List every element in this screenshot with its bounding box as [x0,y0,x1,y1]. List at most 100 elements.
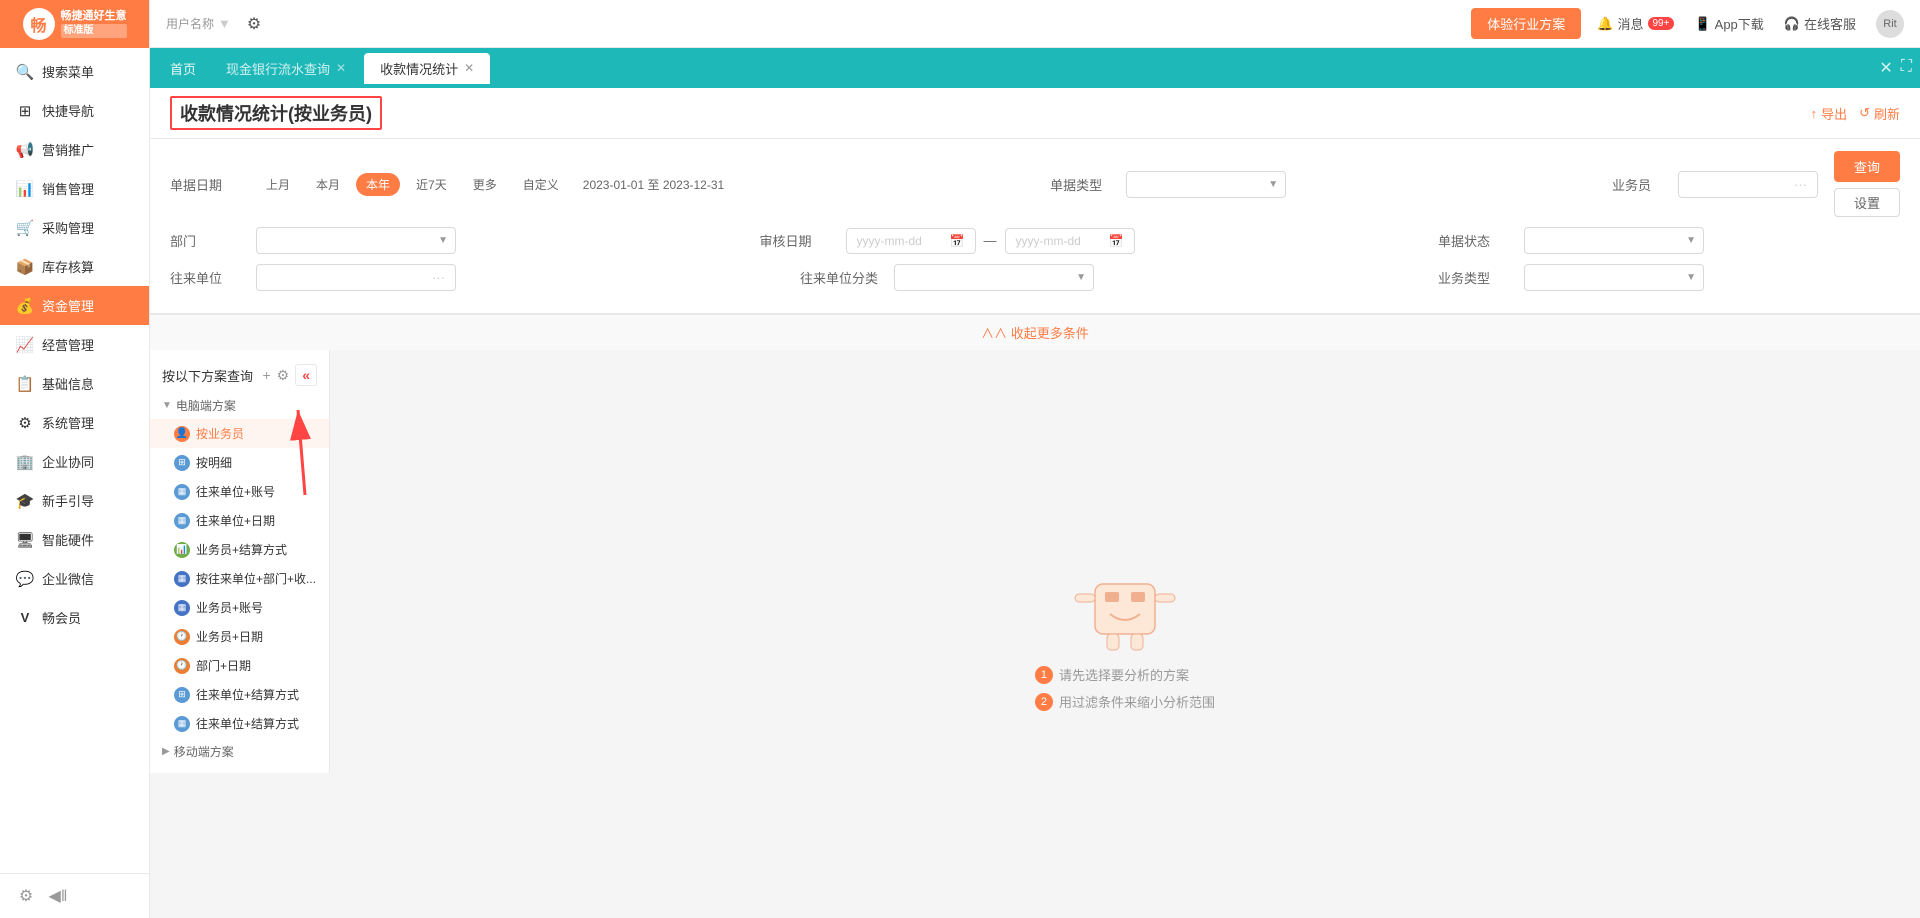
sidebar-item-inventory[interactable]: 📦 库存核算 [0,247,149,286]
scheme-item-by-partner-dept[interactable]: ▦ 按往来单位+部门+收... [150,564,329,593]
export-icon: ↑ [1811,106,1818,121]
sidebar-item-shortcut[interactable]: ⊞ 快捷导航 [0,91,149,130]
filter-row-dept: 部门 审核日期 yyyy-mm-dd 📅 — yyyy-mm-dd [170,227,1900,254]
clock-icon-2: 🕐 [174,658,190,674]
sidebar-item-purchase[interactable]: 🛒 采购管理 [0,208,149,247]
page-header: 收款情况统计(按业务员) ↑ 导出 ↺ 刷新 [150,88,1920,139]
scheme-item-by-salesman[interactable]: 👤 按业务员 [150,419,329,448]
salesman-dots[interactable]: ··· [1794,177,1807,192]
detail-icon: ⊞ [174,455,190,471]
partner-label: 往来单位 [170,268,240,287]
collapse-row: ∧∧ 收起更多条件 [150,314,1920,350]
sidebar-item-basic[interactable]: 📋 基础信息 [0,364,149,403]
sidebar-item-operation[interactable]: 📈 经营管理 [0,325,149,364]
date-tab-this-year[interactable]: 本年 [356,173,400,196]
dept-select[interactable] [256,227,456,254]
filter-area: 单据日期 上月 本月 本年 近7天 更多 自定义 2023-01-01 至 20… [150,139,1920,314]
business-type-select[interactable] [1524,264,1704,291]
logo-icon: 畅 [23,8,55,40]
date-tab-more[interactable]: 更多 [463,173,507,196]
basic-icon: 📋 [16,375,34,393]
scheme-item-salesman-settle[interactable]: 📊 业务员+结算方式 [150,535,329,564]
tab-bank[interactable]: 现金银行流水查询 ✕ [210,53,362,84]
panel-settings-icon[interactable]: ⚙ [277,367,290,384]
date-tab-last7[interactable]: 近7天 [406,173,457,196]
tab-receipts[interactable]: 收款情况统计 ✕ [364,53,490,84]
calendar-to-icon: 📅 [1109,234,1124,248]
scheme-item-by-detail[interactable]: ⊞ 按明细 [150,448,329,477]
user-avatar[interactable]: Rit [1876,10,1904,38]
hardware-icon: 🖥 [16,531,34,549]
app-logo: 畅 畅捷通好生意 标准版 [0,0,149,48]
page-header-actions: ↑ 导出 ↺ 刷新 [1811,104,1900,123]
tip-number-1: 1 [1035,666,1053,684]
sidebar-item-wechat[interactable]: 💬 企业微信 [0,559,149,598]
sidebar-item-member[interactable]: V 畅会员 [0,598,149,637]
desktop-scheme-group: ▼ 电脑端方案 👤 按业务员 ⊞ 按明细 ▦ [150,392,329,738]
scheme-item-partner-settle2[interactable]: ▦ 往来单位+结算方式 [150,709,329,738]
trial-button[interactable]: 体验行业方案 [1471,8,1581,39]
guide-icon: 🎓 [16,492,34,510]
partner-dots[interactable]: ··· [432,270,445,285]
date-label: 单据日期 [170,175,240,194]
business-type-label: 业务类型 [1438,268,1508,287]
scheme-item-salesman-date[interactable]: 🕐 业务员+日期 [150,622,329,651]
sidebar-item-marketing[interactable]: 📢 营销推广 [0,130,149,169]
voucher-type-select-wrapper [1126,171,1286,198]
panel-collapse-icon[interactable]: « [295,364,317,386]
export-button[interactable]: ↑ 导出 [1811,104,1848,123]
sidebar-item-finance[interactable]: 💰 资金管理 [0,286,149,325]
sidebar-bottom: ⚙ ◀‖ [0,873,149,918]
mobile-scheme-expand-icon: ▶ [162,746,170,757]
empty-content: 1 请先选择要分析的方案 2 用过滤条件来缩小分析范围 [330,350,1920,918]
tab-bank-close[interactable]: ✕ [336,61,346,75]
main-content: 用户名称 ▼ ⚙ 体验行业方案 🔔 消息 99+ 📱 App下载 🎧 在线客服 … [150,0,1920,918]
sidebar-item-hardware[interactable]: 🖥 智能硬件 [0,520,149,559]
review-date-inputs: yyyy-mm-dd 📅 — yyyy-mm-dd 📅 [846,228,1135,254]
scheme-item-partner-account[interactable]: ▦ 往来单位+账号 [150,477,329,506]
partner-category-select[interactable] [894,264,1094,291]
sidebar-item-sales[interactable]: 📊 销售管理 [0,169,149,208]
scheme-item-dept-date[interactable]: 🕐 部门+日期 [150,651,329,680]
sidebar-item-corp[interactable]: 🏢 企业协同 [0,442,149,481]
date-tab-this-month[interactable]: 本月 [306,173,350,196]
date-tab-last-month[interactable]: 上月 [256,173,300,196]
online-service-item[interactable]: 🎧 在线客服 [1784,14,1856,33]
date-separator: — [984,233,997,248]
notification-item[interactable]: 🔔 消息 99+ [1597,14,1674,33]
sidebar: 畅 畅捷通好生意 标准版 🔍 搜索菜单 ⊞ 快捷导航 📢 营销推广 📊 销售管理… [0,0,150,918]
query-button[interactable]: 查询 [1834,151,1900,182]
date-tab-custom[interactable]: 自定义 [513,173,569,196]
maximize-window-icon[interactable]: ⛶ [1901,58,1912,78]
bottom-settings-icon[interactable]: ⚙ [16,886,36,906]
review-date-from[interactable]: yyyy-mm-dd 📅 [846,228,976,254]
collapse-icon: ∧∧ [981,326,1011,341]
review-date-to[interactable]: yyyy-mm-dd 📅 [1005,228,1135,254]
app-download-item[interactable]: 📱 App下载 [1694,14,1763,33]
tab-receipts-close[interactable]: ✕ [464,61,474,75]
filter-actions: 查询 设置 [1834,151,1900,217]
collapse-button[interactable]: ∧∧ 收起更多条件 [981,326,1089,341]
sidebar-item-search[interactable]: 🔍 搜索菜单 [0,52,149,91]
desktop-scheme-title[interactable]: ▼ 电脑端方案 [150,392,329,419]
header-settings-icon[interactable]: ⚙ [247,14,261,34]
page-content: 收款情况统计(按业务员) ↑ 导出 ↺ 刷新 单据日期 上月 本月 本年 [150,88,1920,918]
person-icon: 👤 [174,426,190,442]
close-window-icon[interactable]: ✕ [1879,58,1892,78]
scheme-item-partner-date[interactable]: ▦ 往来单位+日期 [150,506,329,535]
voucher-type-select[interactable] [1126,171,1286,198]
bottom-collapse-icon[interactable]: ◀‖ [48,886,68,906]
sidebar-item-system[interactable]: ⚙ 系统管理 [0,403,149,442]
sidebar-item-guide[interactable]: 🎓 新手引导 [0,481,149,520]
refresh-button[interactable]: ↺ 刷新 [1859,104,1900,123]
scheme-item-salesman-account[interactable]: ▦ 业务员+账号 [150,593,329,622]
empty-tip-2: 2 用过滤条件来缩小分析范围 [1035,692,1215,711]
mobile-scheme-title[interactable]: ▶ 移动端方案 [150,738,329,765]
voucher-status-select[interactable] [1524,227,1704,254]
tab-home[interactable]: 首页 [158,53,208,84]
panel-add-icon[interactable]: + [262,367,270,383]
table-icon-2: ▦ [174,513,190,529]
settings-filter-button[interactable]: 设置 [1834,188,1900,217]
scheme-item-partner-settle1[interactable]: ⊞ 往来单位+结算方式 [150,680,329,709]
search-icon: 🔍 [16,63,34,81]
